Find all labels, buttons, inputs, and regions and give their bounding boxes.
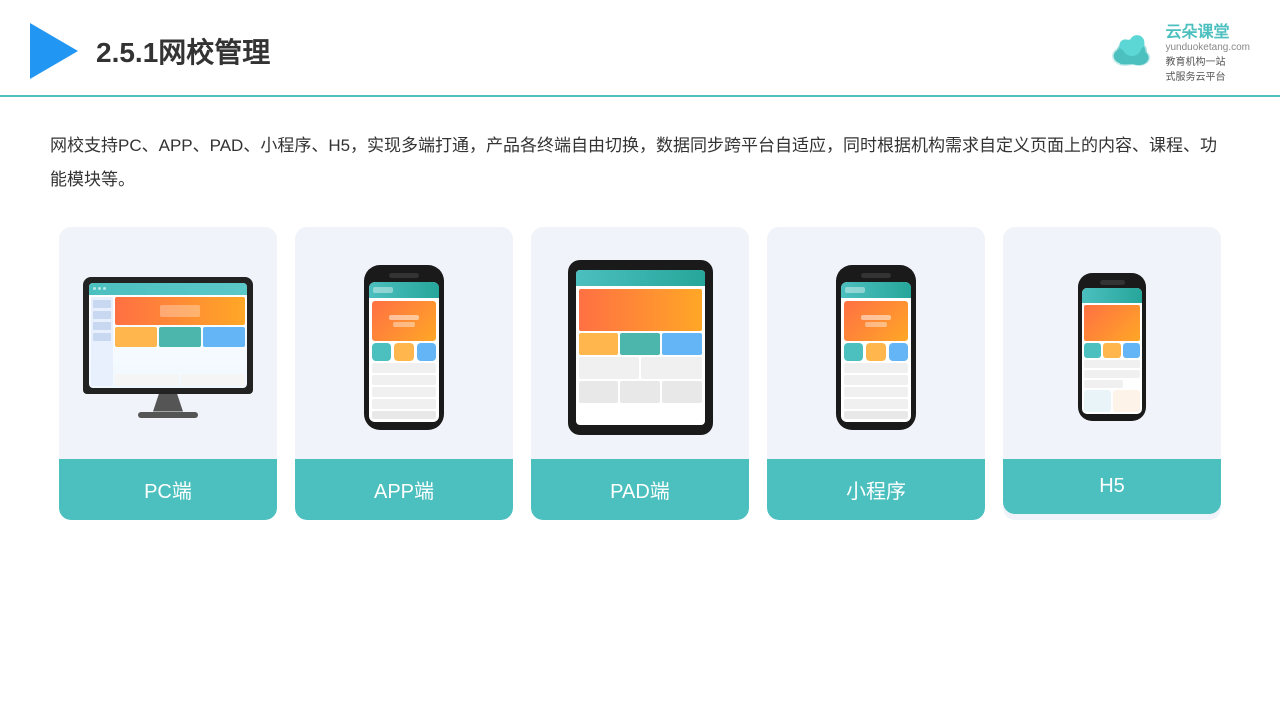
card-app-label: APP端: [295, 459, 513, 520]
card-h5-label: H5: [1003, 459, 1221, 514]
phone-notch: [389, 273, 419, 278]
phone-mockup-h5: [1078, 273, 1146, 421]
card-miniprogram: 小程序: [767, 227, 985, 520]
card-pad-label: PAD端: [531, 459, 749, 520]
card-h5-image: [1013, 247, 1211, 447]
description-text: 网校支持PC、APP、PAD、小程序、H5，实现多端打通，产品各终端自由切换，数…: [50, 129, 1230, 197]
phone-screen-mini: [841, 282, 911, 422]
page-header: 2.5.1网校管理 云朵课堂 yunduoketang.com 教育机构一站式服…: [0, 0, 1280, 97]
phone-mockup-app: [364, 265, 444, 430]
phone-screen: [369, 282, 439, 422]
cloud-icon: [1107, 32, 1157, 70]
card-pc-image: [69, 247, 267, 447]
brand-text-block: 云朵课堂 yunduoketang.com 教育机构一站式服务云平台: [1165, 18, 1250, 83]
phone-mockup-mini: [836, 265, 916, 430]
brand-name: 云朵课堂: [1165, 18, 1250, 42]
pc-monitor-mockup: [83, 277, 253, 418]
phone-mini-screen: [1082, 288, 1142, 414]
brand-domain: yunduoketang.com: [1165, 42, 1250, 53]
card-h5: H5: [1003, 227, 1221, 520]
card-miniprogram-label: 小程序: [767, 459, 985, 520]
header-right: 云朵课堂 yunduoketang.com 教育机构一站式服务云平台: [1107, 18, 1250, 83]
card-app: APP端: [295, 227, 513, 520]
phone-mini-notch: [1100, 280, 1125, 285]
card-pad-image: [541, 247, 739, 447]
phone-notch-mini: [861, 273, 891, 278]
tablet-mockup: [568, 260, 713, 435]
header-left: 2.5.1网校管理: [30, 23, 270, 79]
brand-slogan: 教育机构一站式服务云平台: [1165, 53, 1250, 83]
card-pc-label: PC端: [59, 459, 277, 520]
card-pad: PAD端: [531, 227, 749, 520]
logo-triangle: [30, 23, 78, 79]
page-title: 2.5.1网校管理: [96, 31, 270, 71]
platform-cards: PC端: [50, 227, 1230, 520]
main-content: 网校支持PC、APP、PAD、小程序、H5，实现多端打通，产品各终端自由切换，数…: [0, 97, 1280, 540]
tablet-screen: [576, 270, 705, 425]
card-app-image: [305, 247, 503, 447]
card-pc: PC端: [59, 227, 277, 520]
brand-logo: 云朵课堂 yunduoketang.com 教育机构一站式服务云平台: [1107, 18, 1250, 83]
card-miniprogram-image: [777, 247, 975, 447]
